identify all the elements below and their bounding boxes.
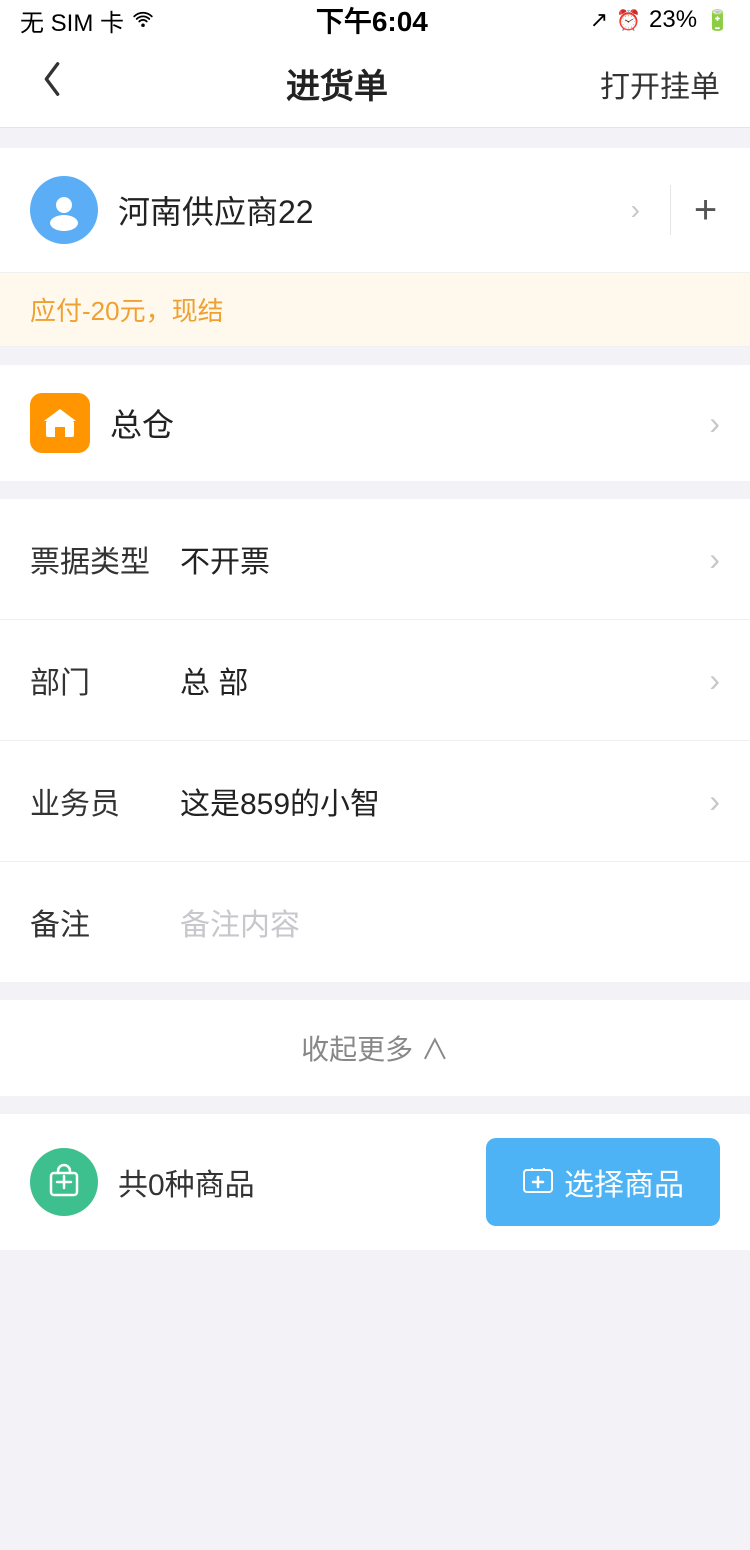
select-product-label: 选择商品 xyxy=(564,1160,684,1204)
form-section: 票据类型 不开票 › 部门 总 部 › 业务员 这是859的小智 › 备注 备注… xyxy=(0,499,750,982)
status-right: ↗ ⏰ 23% 🔋 xyxy=(590,6,730,34)
section-gap-2 xyxy=(0,347,750,365)
product-count-label: 共0种商品 xyxy=(118,1160,466,1204)
time-label: 下午6:04 xyxy=(316,0,428,40)
bottom-bar: 共0种商品 选择商品 xyxy=(0,1114,750,1250)
battery-label: 23% xyxy=(649,6,697,34)
invoice-value: 不开票 xyxy=(150,537,709,581)
form-row-remark[interactable]: 备注 备注内容 xyxy=(0,862,750,982)
salesperson-chevron-icon: › xyxy=(709,783,720,820)
supplier-row[interactable]: 河南供应商22 › + xyxy=(0,148,750,273)
department-label: 部门 xyxy=(30,658,150,702)
battery-icon: 🔋 xyxy=(705,8,730,33)
select-product-button[interactable]: 选择商品 xyxy=(486,1138,720,1226)
location-icon: ↗ xyxy=(590,7,608,33)
add-supplier-button[interactable]: + xyxy=(670,185,720,235)
warehouse-chevron-icon: › xyxy=(709,405,720,442)
wifi-icon xyxy=(132,6,154,34)
nav-bar: 进货单 打开挂单 xyxy=(0,40,750,128)
carrier-label: 无 SIM 卡 xyxy=(20,3,124,38)
warehouse-icon xyxy=(30,393,90,453)
form-row-invoice[interactable]: 票据类型 不开票 › xyxy=(0,499,750,620)
alert-row: 应付-20元，现结 xyxy=(0,273,750,347)
department-chevron-icon: › xyxy=(709,662,720,699)
alert-text: 应付-20元，现结 xyxy=(30,296,224,326)
status-bar: 无 SIM 卡 下午6:04 ↗ ⏰ 23% 🔋 xyxy=(0,0,750,40)
page-background xyxy=(0,1250,750,1550)
warehouse-section[interactable]: 总仓 › xyxy=(0,365,750,481)
product-icon xyxy=(30,1148,98,1216)
status-left: 无 SIM 卡 xyxy=(20,3,154,38)
open-pending-button[interactable]: 打开挂单 xyxy=(600,62,720,106)
form-row-salesperson[interactable]: 业务员 这是859的小智 › xyxy=(0,741,750,862)
supplier-section: 河南供应商22 › + 应付-20元，现结 xyxy=(0,148,750,347)
salesperson-label: 业务员 xyxy=(30,779,150,823)
salesperson-value: 这是859的小智 xyxy=(150,779,709,823)
invoice-label: 票据类型 xyxy=(30,537,150,581)
alarm-icon: ⏰ xyxy=(616,8,641,33)
remark-input[interactable]: 备注内容 xyxy=(150,900,720,944)
supplier-chevron-icon: › xyxy=(631,194,640,226)
supplier-avatar xyxy=(30,176,98,244)
collapse-button[interactable]: 收起更多 ∧ xyxy=(0,1000,750,1096)
section-gap-1 xyxy=(0,128,750,148)
invoice-chevron-icon: › xyxy=(709,541,720,578)
back-button[interactable] xyxy=(30,50,74,118)
department-value: 总 部 xyxy=(150,658,709,702)
remark-label: 备注 xyxy=(30,900,150,944)
page-title: 进货单 xyxy=(286,59,388,108)
warehouse-name: 总仓 xyxy=(110,400,709,446)
supplier-name: 河南供应商22 xyxy=(118,187,631,233)
form-row-department[interactable]: 部门 总 部 › xyxy=(0,620,750,741)
